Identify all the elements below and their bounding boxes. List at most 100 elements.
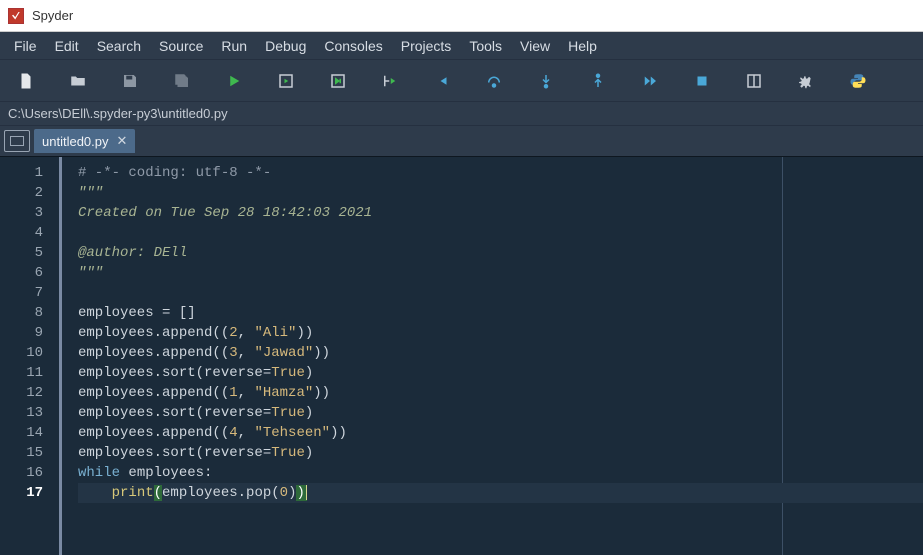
code-text: , [238,425,255,441]
run-cell-icon[interactable] [260,61,312,101]
code-text: ( [154,485,162,501]
code-text [78,485,112,501]
line-number: 11 [0,363,43,383]
line-number: 14 [0,423,43,443]
code-text: )) [313,385,330,401]
line-number: 16 [0,463,43,483]
menu-search[interactable]: Search [89,34,149,58]
code-text: @author: DEll [78,245,187,261]
menu-view[interactable]: View [512,34,558,58]
run-cell-advance-icon[interactable] [312,61,364,101]
stop-icon[interactable] [676,61,728,101]
new-file-icon[interactable] [0,61,52,101]
menu-tools[interactable]: Tools [461,34,510,58]
step-into-icon[interactable] [520,61,572,101]
line-number: 17 [0,483,43,503]
code-text: employees.append(( [78,425,229,441]
code-text: employees = [] [78,305,196,321]
code-text: ) [305,445,313,461]
main-toolbar [0,60,923,102]
code-text: employees.append(( [78,385,229,401]
line-number: 2 [0,183,43,203]
save-icon[interactable] [104,61,156,101]
run-icon[interactable] [208,61,260,101]
line-number: 3 [0,203,43,223]
step-over-icon[interactable] [468,61,520,101]
menu-debug[interactable]: Debug [257,34,314,58]
code-text: ) [305,405,313,421]
code-text: employees.append(( [78,345,229,361]
debug-icon[interactable] [416,61,468,101]
run-selection-icon[interactable] [364,61,416,101]
line-number: 13 [0,403,43,423]
file-path: C:\Users\DEll\.spyder-py3\untitled0.py [8,106,228,121]
code-text: employees.append(( [78,325,229,341]
tab-label: untitled0.py [42,134,109,149]
code-text: , [238,345,255,361]
code-text: ) [296,485,306,501]
save-all-icon[interactable] [156,61,208,101]
code-text: "Jawad" [254,345,313,361]
code-text: print [112,485,154,501]
code-text: Created on Tue Sep 28 18:42:03 2021 [78,205,372,221]
code-text: ) [305,365,313,381]
code-text: employees: [120,465,212,481]
code-text: """ [78,185,103,201]
line-number: 10 [0,343,43,363]
window-title: Spyder [32,8,73,23]
line-number: 15 [0,443,43,463]
code-area[interactable]: # -*- coding: utf-8 -*- """ Created on T… [62,157,923,555]
code-text: while [78,465,120,481]
code-text: 2 [229,325,237,341]
continue-icon[interactable] [624,61,676,101]
code-text: "Hamza" [254,385,313,401]
line-number: 1 [0,163,43,183]
menu-file[interactable]: File [6,34,45,58]
pythonpath-icon[interactable] [832,61,884,101]
line-number-gutter: 1 2 3 4 5 6 7 8 9 10 11 12 13 14 15 16 1… [0,157,62,555]
code-text: )) [313,345,330,361]
code-text: True [271,405,305,421]
close-icon[interactable]: ✕ [117,133,128,149]
file-browser-icon[interactable] [4,130,30,152]
code-text: # -*- coding: utf-8 -*- [78,165,271,181]
code-text: "Tehseen" [254,425,330,441]
open-file-icon[interactable] [52,61,104,101]
editor-tabs: untitled0.py ✕ [0,126,923,156]
path-bar: C:\Users\DEll\.spyder-py3\untitled0.py [0,102,923,126]
code-text: , [238,325,255,341]
code-text: 3 [229,345,237,361]
code-text: 4 [229,425,237,441]
code-text: employees.sort(reverse= [78,365,271,381]
line-number: 5 [0,243,43,263]
code-text: """ [78,265,103,281]
tab-untitled0[interactable]: untitled0.py ✕ [34,129,135,153]
code-text: 0 [280,485,288,501]
code-text: employees.sort(reverse= [78,445,271,461]
preferences-icon[interactable] [780,61,832,101]
code-text: , [238,385,255,401]
menu-consoles[interactable]: Consoles [316,34,390,58]
code-text: "Ali" [254,325,296,341]
line-number: 8 [0,303,43,323]
menu-source[interactable]: Source [151,34,211,58]
main-menu: File Edit Search Source Run Debug Consol… [0,32,923,60]
code-text: employees.pop( [162,485,280,501]
code-text: employees.sort(reverse= [78,405,271,421]
code-text: )) [330,425,347,441]
code-text: True [271,445,305,461]
menu-edit[interactable]: Edit [47,34,87,58]
spyder-app-icon [8,8,24,24]
code-text: )) [296,325,313,341]
line-number: 6 [0,263,43,283]
code-editor[interactable]: 1 2 3 4 5 6 7 8 9 10 11 12 13 14 15 16 1… [0,156,923,555]
menu-run[interactable]: Run [213,34,255,58]
line-number: 9 [0,323,43,343]
code-text: ) [288,485,296,501]
code-text: True [271,365,305,381]
step-out-icon[interactable] [572,61,624,101]
menu-help[interactable]: Help [560,34,605,58]
line-number: 12 [0,383,43,403]
layout-icon[interactable] [728,61,780,101]
menu-projects[interactable]: Projects [393,34,460,58]
